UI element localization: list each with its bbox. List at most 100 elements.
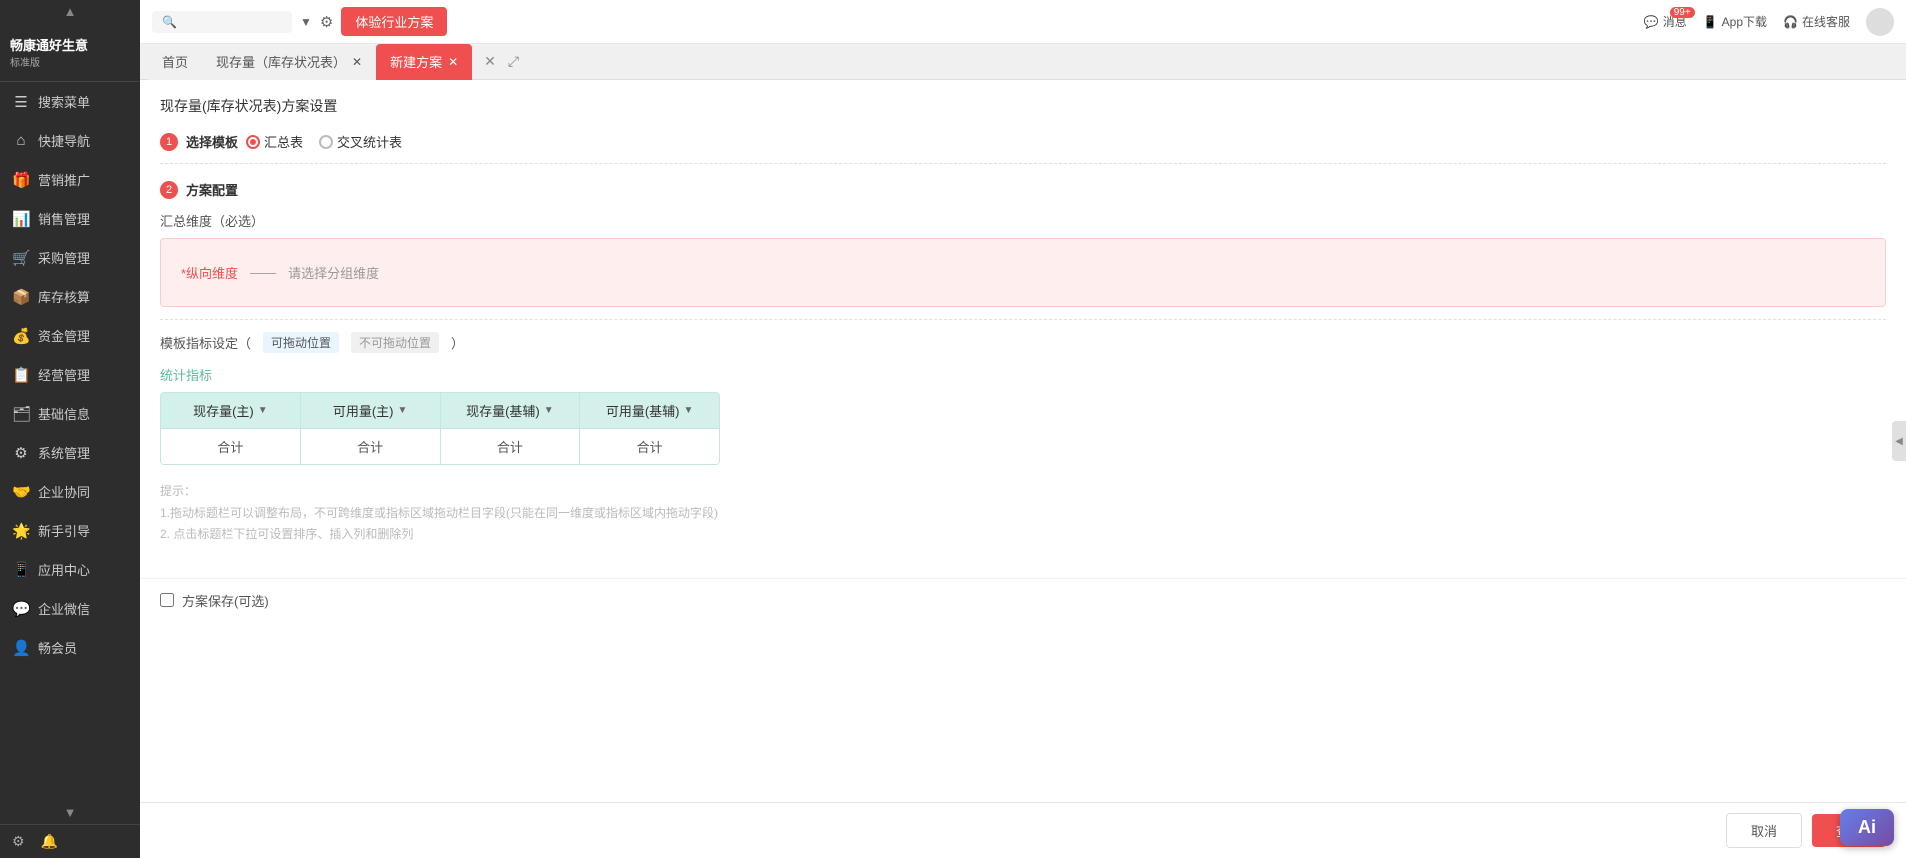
sidebar-item-label: 库存核算 — [38, 287, 90, 306]
marketing-icon: 🎁 — [12, 171, 30, 189]
avatar[interactable] — [1866, 8, 1894, 36]
stat-col-0-label: 现存量(主) — [193, 401, 254, 420]
cancel-button[interactable]: 取消 — [1726, 813, 1802, 848]
newbie-icon: 🌟 — [12, 522, 30, 540]
message-icon: 💬 — [1644, 15, 1659, 29]
sidebar-scroll: ☰ 搜索菜单 ⌂ 快捷导航 🎁 营销推广 📊 销售管理 🛒 采购管理 📦 库存核… — [0, 82, 140, 801]
sidebar-item-label: 经营管理 — [38, 365, 90, 384]
trial-button[interactable]: 体验行业方案 — [341, 7, 447, 36]
sidebar-item-label: 新手引导 — [38, 521, 90, 540]
sidebar-item-label: 采购管理 — [38, 248, 90, 267]
badge-not-movable: 不可拖动位置 — [351, 332, 439, 353]
sidebar-item-wechat[interactable]: 💬 企业微信 — [0, 589, 140, 628]
message-button[interactable]: 💬 消息 99+ — [1644, 13, 1687, 30]
sidebar-item-app-center[interactable]: 📱 应用中心 — [0, 550, 140, 589]
stat-table-header: 现存量(主) ▼ 可用量(主) ▼ 现存量(基辅) ▼ 可用量(基辅) — [161, 393, 719, 428]
sidebar-logo: 畅康通好生意 标准版 — [0, 23, 140, 82]
app-download-button[interactable]: 📱 App下载 — [1703, 13, 1767, 30]
tab-inventory-status[interactable]: 现存量（库存状况表） ✕ — [202, 44, 376, 80]
topbar-gear-icon[interactable]: ⚙ — [320, 13, 333, 31]
logo-title: 畅康通好生意 — [10, 35, 130, 54]
tab-home[interactable]: 首页 — [148, 44, 202, 80]
section2-header: 2 方案配置 — [160, 180, 1886, 199]
main-area: 🔍 ▼ ⚙ 体验行业方案 💬 消息 99+ 📱 App下载 🎧 在线客服 — [140, 0, 1906, 858]
stat-col-3-label: 可用量(基辅) — [606, 401, 680, 420]
sidebar-item-label: 销售管理 — [38, 209, 90, 228]
content-area: 现存量(库存状况表)方案设置 1 选择模板 汇总表 交叉统计表 — [140, 80, 1906, 802]
sidebar-item-label: 搜索菜单 — [38, 92, 90, 111]
sidebar-scroll-up[interactable]: ▲ — [0, 0, 140, 23]
tab-inventory-close-icon[interactable]: ✕ — [352, 55, 362, 69]
sidebar-item-base-info[interactable]: 🗂 基础信息 — [0, 394, 140, 433]
expand-window-icon[interactable]: ⤢ — [504, 53, 523, 70]
radio-cross[interactable]: 交叉统计表 — [319, 132, 402, 151]
sidebar-item-label: 快捷导航 — [38, 131, 90, 150]
stat-col-2-chevron: ▼ — [544, 405, 554, 416]
stat-section-label: 统计指标 — [160, 365, 1886, 384]
sidebar-scroll-down[interactable]: ▼ — [0, 801, 140, 824]
tab-home-label: 首页 — [162, 52, 188, 71]
tab-new-plan-close-icon[interactable]: ✕ — [448, 55, 458, 69]
dimension-label: 汇总维度（必选） — [160, 211, 1886, 230]
sidebar-item-label: 资金管理 — [38, 326, 90, 345]
app-icon: 📱 — [1703, 15, 1718, 29]
stat-table: 现存量(主) ▼ 可用量(主) ▼ 现存量(基辅) ▼ 可用量(基辅) — [160, 392, 720, 465]
sidebar-item-inventory[interactable]: 📦 库存核算 — [0, 277, 140, 316]
inventory-icon: 📦 — [12, 288, 30, 306]
sidebar-item-search-menu[interactable]: ☰ 搜索菜单 — [0, 82, 140, 121]
service-label: 在线客服 — [1802, 13, 1850, 30]
message-badge: 99+ — [1670, 7, 1695, 18]
tips-title: 提示： — [160, 484, 196, 498]
section2-num: 2 — [160, 181, 178, 199]
topbar-search[interactable]: 🔍 — [152, 11, 292, 33]
sidebar-item-sales[interactable]: 📊 销售管理 — [0, 199, 140, 238]
sidebar-item-quick-nav[interactable]: ⌂ 快捷导航 — [0, 121, 140, 160]
dimension-box[interactable]: *纵向维度 —— 请选择分组维度 — [160, 238, 1886, 307]
content-inner: 现存量(库存状况表)方案设置 1 选择模板 汇总表 交叉统计表 — [140, 80, 1906, 578]
topbar: 🔍 ▼ ⚙ 体验行业方案 💬 消息 99+ 📱 App下载 🎧 在线客服 — [140, 0, 1906, 44]
tab-new-plan[interactable]: 新建方案 ✕ — [376, 44, 472, 80]
indicator-label: 模板指标设定（ — [160, 333, 251, 352]
topbar-chevron-icon[interactable]: ▼ — [300, 15, 312, 29]
sidebar-item-label: 企业微信 — [38, 599, 90, 618]
app-center-icon: 📱 — [12, 561, 30, 579]
sidebar-item-marketing[interactable]: 🎁 营销推广 — [0, 160, 140, 199]
topbar-right: 💬 消息 99+ 📱 App下载 🎧 在线客服 — [1644, 8, 1894, 36]
stat-col-2[interactable]: 现存量(基辅) ▼ — [441, 393, 581, 428]
stat-col-1[interactable]: 可用量(主) ▼ — [301, 393, 441, 428]
sales-icon: 📊 — [12, 210, 30, 228]
save-label: 方案保存(可选) — [182, 591, 269, 610]
sidebar-item-system[interactable]: ⚙ 系统管理 — [0, 433, 140, 472]
stat-col-0[interactable]: 现存量(主) ▼ — [161, 393, 301, 428]
save-checkbox[interactable] — [160, 593, 174, 607]
ai-badge[interactable]: Ai — [1840, 809, 1894, 846]
stat-cell-0-3: 合计 — [580, 429, 719, 464]
radio-cross-dot — [319, 135, 333, 149]
sidebar-item-label: 畅会员 — [38, 638, 77, 657]
sidebar-item-finance[interactable]: 💰 资金管理 — [0, 316, 140, 355]
sidebar-item-member[interactable]: 👤 畅会员 — [0, 628, 140, 667]
stat-table-row-0: 合计 合计 合计 合计 — [161, 428, 719, 464]
sidebar-item-newbie[interactable]: 🌟 新手引导 — [0, 511, 140, 550]
sidebar-item-purchase[interactable]: 🛒 采购管理 — [0, 238, 140, 277]
stat-col-2-label: 现存量(基辅) — [466, 401, 540, 420]
sidebar-item-cooperation[interactable]: 🤝 企业协同 — [0, 472, 140, 511]
stat-cell-0-1: 合计 — [301, 429, 441, 464]
section2-title: 方案配置 — [186, 180, 238, 199]
quick-nav-icon: ⌂ — [12, 132, 30, 149]
sound-icon[interactable]: 🔔 — [41, 833, 58, 850]
collapse-handle[interactable]: ◀ — [1892, 421, 1906, 461]
tips-item-0: 1.拖动标题栏可以调整布局，不可跨维度或指标区域拖动栏目字段(只能在同一维度或指… — [160, 503, 1886, 525]
sidebar-item-operations[interactable]: 📋 经营管理 — [0, 355, 140, 394]
sidebar-item-label: 企业协同 — [38, 482, 90, 501]
settings-icon[interactable]: ⚙ — [12, 833, 25, 850]
member-icon: 👤 — [12, 639, 30, 657]
close-window-icon[interactable]: ✕ — [480, 53, 500, 70]
radio-summary[interactable]: 汇总表 — [246, 132, 303, 151]
stat-col-3[interactable]: 可用量(基辅) ▼ — [580, 393, 719, 428]
tabbar: 首页 现存量（库存状况表） ✕ 新建方案 ✕ ✕ ⤢ — [140, 44, 1906, 80]
service-button[interactable]: 🎧 在线客服 — [1783, 13, 1850, 30]
topbar-left: 🔍 ▼ ⚙ 体验行业方案 — [152, 7, 1636, 36]
search-icon: 🔍 — [162, 15, 177, 29]
template-radio-group: 汇总表 交叉统计表 — [246, 132, 402, 151]
